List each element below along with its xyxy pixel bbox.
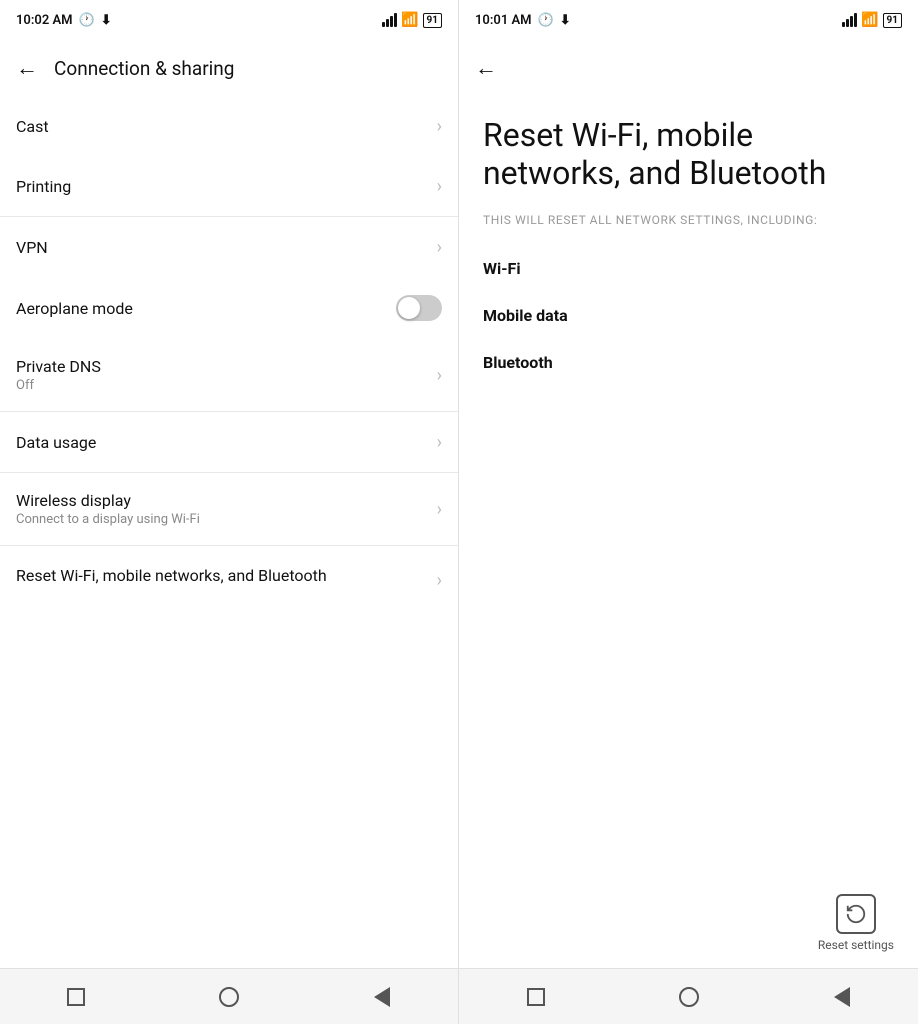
private-dns-label: Private DNS bbox=[16, 357, 437, 376]
aeroplane-mode-label: Aeroplane mode bbox=[16, 299, 396, 318]
printing-label: Printing bbox=[16, 177, 437, 196]
right-square-icon bbox=[527, 988, 545, 1006]
right-status-left: 10:01 AM 🕐 ⬇ bbox=[475, 13, 571, 28]
private-dns-sub: Off bbox=[16, 378, 437, 393]
reset-content-area: Reset Wi-Fi, mobile networks, and Blueto… bbox=[459, 96, 918, 878]
left-status-right: 📶 91 bbox=[382, 12, 442, 28]
right-time: 10:01 AM bbox=[475, 13, 532, 28]
left-signal-icon bbox=[382, 13, 397, 27]
right-alarm-icon: 🕐 bbox=[538, 13, 554, 28]
right-top-bar: ← bbox=[459, 40, 918, 96]
aeroplane-mode-item[interactable]: Aeroplane mode bbox=[0, 277, 458, 339]
right-nav-home-button[interactable] bbox=[675, 983, 703, 1011]
left-nav-back-button[interactable] bbox=[368, 983, 396, 1011]
cast-chevron: › bbox=[437, 116, 442, 137]
left-status-bar: 10:02 AM 🕐 ⬇ 📶 91 bbox=[0, 0, 458, 40]
left-battery: 91 bbox=[423, 13, 442, 28]
reset-subtitle: THIS WILL RESET ALL NETWORK SETTINGS, IN… bbox=[483, 213, 894, 227]
right-wifi-icon: 📶 bbox=[861, 12, 878, 28]
reset-page-title: Reset Wi-Fi, mobile networks, and Blueto… bbox=[483, 116, 894, 193]
vpn-item[interactable]: VPN › bbox=[0, 217, 458, 277]
right-battery: 91 bbox=[883, 13, 902, 28]
left-download-icon: ⬇ bbox=[101, 13, 112, 28]
reset-wifi-chevron: › bbox=[437, 570, 442, 591]
left-circle-icon bbox=[219, 987, 239, 1007]
aeroplane-mode-toggle[interactable] bbox=[396, 295, 442, 321]
reset-mobile-data-item: Mobile data bbox=[483, 306, 894, 325]
right-download-icon: ⬇ bbox=[560, 13, 571, 28]
vpn-chevron: › bbox=[437, 237, 442, 258]
left-back-button[interactable]: ← bbox=[16, 55, 38, 81]
reset-wifi-label: Reset Wi-Fi, mobile networks, and Blueto… bbox=[16, 566, 437, 585]
right-signal-icon bbox=[842, 13, 857, 27]
left-alarm-icon: 🕐 bbox=[79, 13, 95, 28]
wireless-display-label: Wireless display bbox=[16, 491, 437, 510]
left-square-icon bbox=[67, 988, 85, 1006]
private-dns-chevron: › bbox=[437, 365, 442, 386]
left-triangle-icon bbox=[374, 987, 390, 1007]
left-nav-home-button[interactable] bbox=[215, 983, 243, 1011]
cast-item[interactable]: Cast › bbox=[0, 96, 458, 156]
toggle-knob bbox=[398, 297, 420, 319]
right-circle-icon bbox=[679, 987, 699, 1007]
cast-label: Cast bbox=[16, 117, 437, 136]
reset-bottom-bar: Reset settings bbox=[459, 878, 918, 968]
left-nav-square-button[interactable] bbox=[62, 983, 90, 1011]
data-usage-chevron: › bbox=[437, 432, 442, 453]
right-status-right: 📶 91 bbox=[842, 12, 902, 28]
data-usage-item[interactable]: Data usage › bbox=[0, 412, 458, 472]
right-back-button[interactable]: ← bbox=[475, 55, 497, 81]
private-dns-item[interactable]: Private DNS Off › bbox=[0, 339, 458, 411]
left-status-left: 10:02 AM 🕐 ⬇ bbox=[16, 13, 112, 28]
left-wifi-icon: 📶 bbox=[401, 12, 418, 28]
left-time: 10:02 AM bbox=[16, 13, 73, 28]
left-top-bar: ← Connection & sharing bbox=[0, 40, 458, 96]
right-status-bar: 10:01 AM 🕐 ⬇ 📶 91 bbox=[459, 0, 918, 40]
left-page-title: Connection & sharing bbox=[54, 57, 234, 80]
right-nav-square-button[interactable] bbox=[522, 983, 550, 1011]
reset-settings-icon bbox=[836, 894, 876, 934]
wireless-display-chevron: › bbox=[437, 499, 442, 520]
left-bottom-nav bbox=[0, 968, 458, 1024]
printing-chevron: › bbox=[437, 176, 442, 197]
reset-bluetooth-item: Bluetooth bbox=[483, 353, 894, 372]
right-nav-back-button[interactable] bbox=[828, 983, 856, 1011]
reset-wifi-item[interactable]: Reset Wi-Fi, mobile networks, and Blueto… bbox=[0, 546, 458, 609]
wireless-display-sub: Connect to a display using Wi-Fi bbox=[16, 512, 437, 527]
vpn-label: VPN bbox=[16, 238, 437, 257]
printing-item[interactable]: Printing › bbox=[0, 156, 458, 216]
left-settings-list: Cast › Printing › VPN › Aeroplane mode bbox=[0, 96, 458, 968]
right-phone-panel: 10:01 AM 🕐 ⬇ 📶 91 ← Reset Wi-Fi, mobile … bbox=[459, 0, 918, 1024]
data-usage-label: Data usage bbox=[16, 433, 437, 452]
reset-settings-label: Reset settings bbox=[818, 938, 894, 952]
right-bottom-nav bbox=[459, 968, 918, 1024]
reset-settings-button[interactable]: Reset settings bbox=[818, 894, 894, 952]
reset-wifi-item-right: Wi-Fi bbox=[483, 259, 894, 278]
right-triangle-icon bbox=[834, 987, 850, 1007]
wireless-display-item[interactable]: Wireless display Connect to a display us… bbox=[0, 473, 458, 545]
left-phone-panel: 10:02 AM 🕐 ⬇ 📶 91 ← Connection & sharing bbox=[0, 0, 459, 1024]
